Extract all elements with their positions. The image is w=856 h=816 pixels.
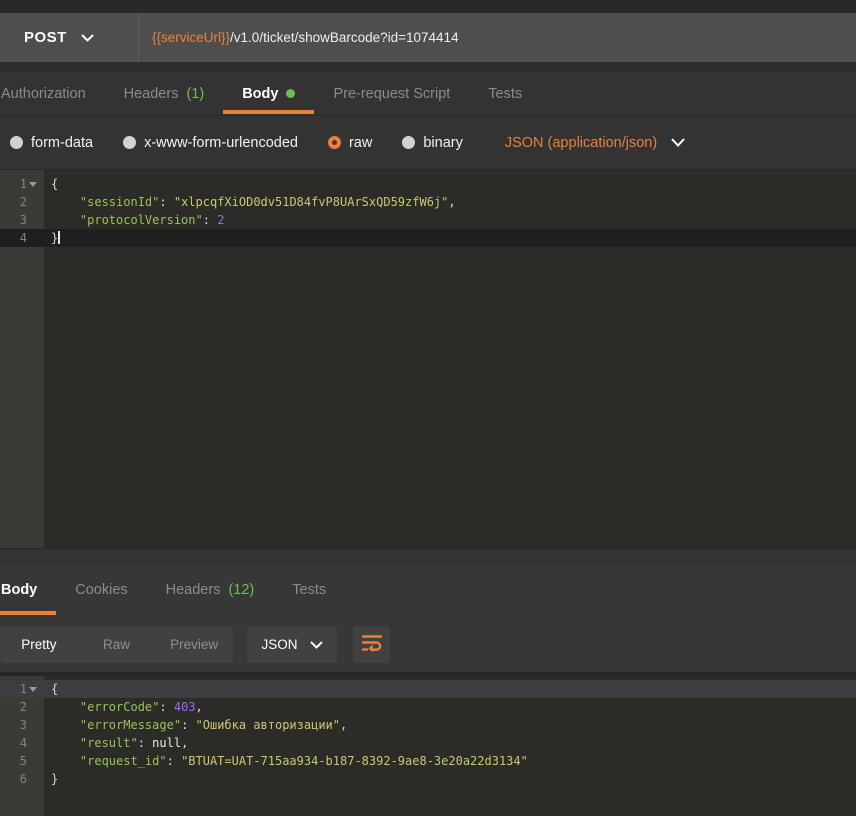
line-number: 6: [19, 772, 27, 786]
code-line: 2 "sessionId": "xlpcqfXiOD0dv51D84fvP8UA…: [0, 193, 856, 211]
code-line: 1{: [0, 175, 856, 193]
line-number: 4: [19, 231, 27, 245]
body-mode-row: form-data x-www-form-urlencoded raw bina…: [0, 116, 856, 170]
radio-icon[interactable]: [402, 136, 416, 149]
request-tabs: Authorization Headers (1) Body Pre-reque…: [0, 72, 856, 116]
wrap-lines-icon: [361, 632, 383, 657]
tab-tests[interactable]: Tests: [469, 72, 541, 115]
chevron-down-icon: [671, 134, 685, 152]
code-line: 4}: [0, 229, 856, 247]
fold-caret-icon[interactable]: [29, 182, 37, 187]
request-url-bar: POST {{serviceUrl}}/v1.0/ticket/showBarc…: [0, 13, 856, 62]
response-tab-tests[interactable]: Tests: [273, 563, 345, 616]
code-line: 3 "protocolVersion": 2: [0, 211, 856, 229]
url-input[interactable]: {{serviceUrl}}/v1.0/ticket/showBarcode?i…: [139, 13, 856, 62]
code-text: "request_id": "BTUAT=UAT-715aa934-b187-8…: [79, 754, 528, 768]
code-line: 1{: [0, 680, 856, 698]
mode-raw[interactable]: raw: [327, 135, 372, 151]
code-text: {: [51, 682, 59, 696]
http-method-label: POST: [24, 29, 67, 46]
radio-icon[interactable]: [123, 136, 137, 149]
code-text: }: [51, 772, 59, 786]
chevron-down-icon: [309, 637, 323, 652]
radio-icon[interactable]: [10, 136, 23, 149]
fold-caret-icon[interactable]: [29, 687, 37, 692]
response-tab-cookies[interactable]: Cookies: [56, 563, 146, 616]
content-type-select[interactable]: JSON (application/json): [505, 134, 685, 152]
url-environment-variable: {{serviceUrl}}: [152, 30, 231, 45]
tab-pre-request-script[interactable]: Pre-request Script: [314, 72, 469, 115]
view-raw-button[interactable]: Raw: [78, 637, 156, 652]
mode-x-www-form-urlencoded[interactable]: x-www-form-urlencoded: [123, 135, 298, 151]
chevron-down-icon: [81, 29, 94, 47]
spacer: [0, 62, 856, 72]
line-number: 1: [0, 175, 44, 193]
section-separator: [0, 548, 856, 563]
line-number: 4: [19, 736, 27, 750]
tab-headers[interactable]: Headers (1): [105, 72, 224, 115]
code-text: "errorMessage": "Ошибка авторизации",: [79, 718, 348, 732]
line-number: 3: [19, 213, 27, 227]
response-toolbar: Pretty Raw Preview JSON: [0, 616, 856, 672]
http-method-select[interactable]: POST: [0, 13, 139, 62]
code-line: 4 "result": null,: [0, 734, 856, 752]
active-tab-underline: [223, 110, 315, 114]
code-line: 6}: [0, 770, 856, 788]
code-text: "errorCode": 403,: [79, 700, 203, 714]
view-preview-button[interactable]: Preview: [155, 637, 233, 652]
line-number: 3: [19, 718, 27, 732]
code-text: "sessionId": "xlpcqfXiOD0dv51D84fvP8UArS…: [79, 195, 456, 209]
code-line: 3 "errorMessage": "Ошибка авторизации",: [0, 716, 856, 734]
tab-body[interactable]: Body: [223, 72, 315, 115]
wrap-lines-button[interactable]: [353, 625, 390, 663]
response-body-editor[interactable]: 1{2 "errorCode": 403, 3 "errorMessage": "…: [0, 672, 856, 816]
response-tabs: Body Cookies Headers (12) Tests: [0, 563, 856, 616]
line-number: 2: [19, 700, 27, 714]
url-path: /v1.0/ticket/showBarcode?id=1074414: [230, 30, 459, 45]
code-text: }: [51, 231, 61, 245]
response-format-select[interactable]: JSON: [247, 625, 337, 663]
headers-count-badge: (12): [228, 581, 255, 598]
active-tab-underline: [0, 611, 57, 615]
mode-binary[interactable]: binary: [402, 135, 463, 151]
code-text: "result": null,: [79, 736, 189, 750]
code-line: 2 "errorCode": 403,: [0, 698, 856, 716]
code-text: {: [51, 177, 59, 191]
line-number: 2: [19, 195, 27, 209]
line-number: 5: [19, 754, 27, 768]
line-number: 1: [0, 680, 44, 698]
code-line: 5 "request_id": "BTUAT=UAT-715aa934-b187…: [0, 752, 856, 770]
response-tab-body[interactable]: Body: [0, 563, 57, 616]
view-mode-group: Pretty Raw Preview: [0, 625, 233, 663]
text-cursor: [58, 231, 61, 244]
tab-authorization[interactable]: Authorization: [0, 72, 105, 115]
response-tab-headers[interactable]: Headers (12): [147, 563, 274, 616]
response-pane: Body Cookies Headers (12) Tests Pretty R…: [0, 563, 856, 672]
window-top-strip: [0, 0, 856, 13]
radio-selected-icon[interactable]: [327, 136, 341, 149]
view-pretty-button[interactable]: Pretty: [0, 637, 78, 652]
green-dot-icon: [286, 89, 296, 98]
mode-form-data[interactable]: form-data: [10, 135, 93, 151]
code-text: "protocolVersion": 2: [79, 213, 225, 227]
request-body-editor[interactable]: 1{2 "sessionId": "xlpcqfXiOD0dv51D84fvP8…: [0, 170, 856, 548]
headers-count-badge: (1): [186, 85, 205, 102]
